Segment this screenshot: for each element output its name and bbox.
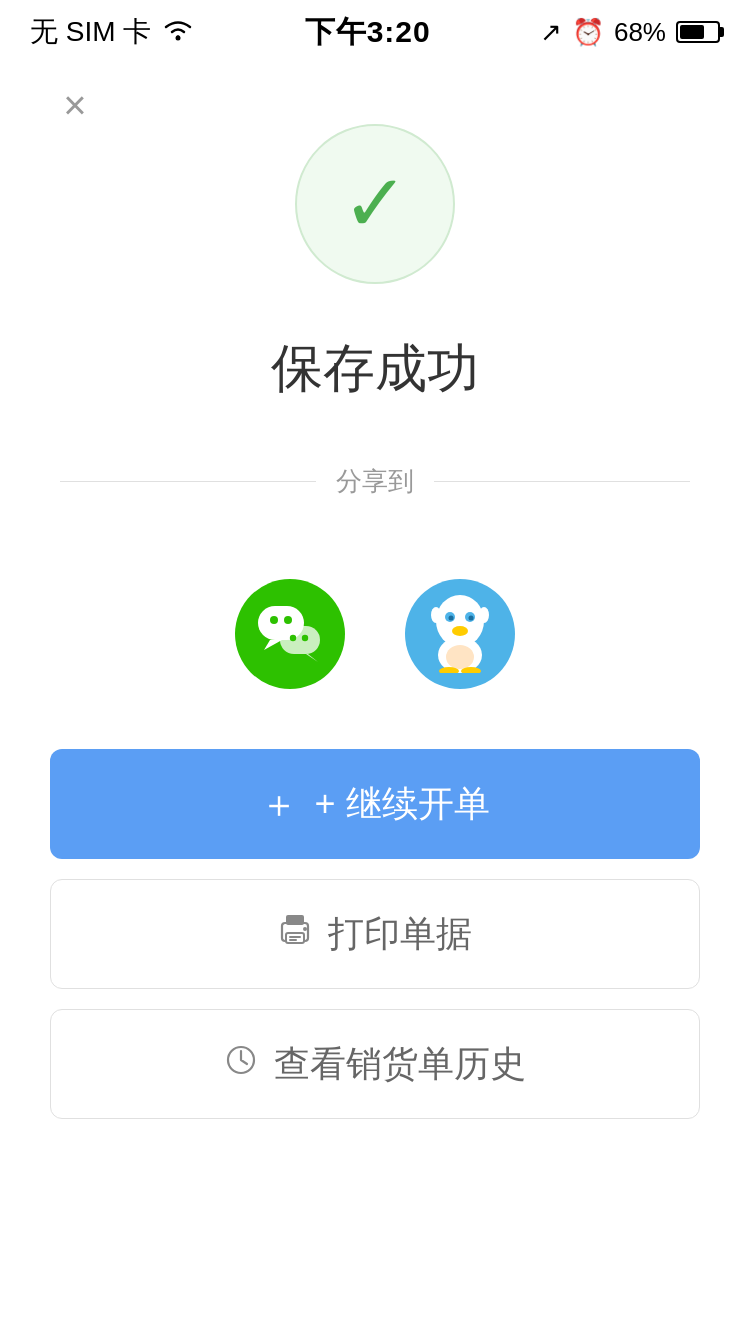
continue-button[interactable]: ＋ + 继续开单 (50, 749, 700, 859)
svg-point-14 (452, 626, 468, 636)
qq-icon (425, 595, 495, 673)
status-time: 下午3:20 (305, 12, 431, 53)
svg-rect-5 (280, 626, 320, 654)
close-icon: × (63, 85, 86, 125)
svg-point-20 (479, 607, 489, 623)
no-sim-label: 无 SIM 卡 (30, 13, 151, 51)
action-buttons: ＋ + 继续开单 打印单据 (0, 749, 750, 1119)
history-label: 查看销货单历史 (274, 1040, 526, 1089)
wechat-share-button[interactable] (235, 579, 345, 689)
svg-point-19 (431, 607, 441, 623)
qq-share-button[interactable] (405, 579, 515, 689)
svg-rect-24 (289, 936, 301, 938)
history-icon (224, 1043, 258, 1085)
share-label: 分享到 (336, 464, 414, 499)
share-icons-row (235, 579, 515, 689)
status-bar: 无 SIM 卡 下午3:20 ↗ ⏰ 68% (0, 0, 750, 64)
wifi-icon (161, 15, 195, 50)
svg-point-26 (303, 927, 307, 931)
close-button[interactable]: × (50, 80, 100, 130)
checkmark-icon: ✓ (342, 164, 409, 244)
svg-point-7 (302, 635, 308, 641)
svg-rect-22 (286, 915, 304, 925)
svg-point-2 (270, 616, 278, 624)
svg-point-12 (449, 616, 454, 621)
history-button[interactable]: 查看销货单历史 (50, 1009, 700, 1119)
battery-label: 68% (614, 17, 666, 48)
alarm-icon: ⏰ (572, 17, 604, 48)
print-icon (278, 913, 312, 955)
print-button[interactable]: 打印单据 (50, 879, 700, 989)
status-left: 无 SIM 卡 (30, 13, 195, 51)
plus-icon: ＋ (260, 779, 298, 830)
success-title: 保存成功 (271, 334, 479, 404)
main-content: ✓ 保存成功 分享到 (0, 64, 750, 1119)
continue-label: + 继续开单 (314, 780, 489, 829)
svg-marker-4 (264, 640, 282, 650)
location-icon: ↗ (540, 17, 562, 48)
svg-point-16 (446, 645, 474, 669)
divider-left (60, 481, 316, 482)
svg-point-3 (284, 616, 292, 624)
share-section: 分享到 (0, 464, 750, 539)
svg-point-13 (469, 616, 474, 621)
success-circle: ✓ (295, 124, 455, 284)
svg-rect-25 (289, 939, 297, 941)
status-right: ↗ ⏰ 68% (540, 17, 720, 48)
battery-icon (676, 21, 720, 43)
wechat-icon (256, 606, 324, 662)
print-label: 打印单据 (328, 910, 472, 959)
svg-marker-8 (306, 654, 318, 662)
svg-point-6 (290, 635, 296, 641)
divider-right (434, 481, 690, 482)
svg-point-0 (176, 35, 181, 40)
share-label-row: 分享到 (60, 464, 690, 499)
